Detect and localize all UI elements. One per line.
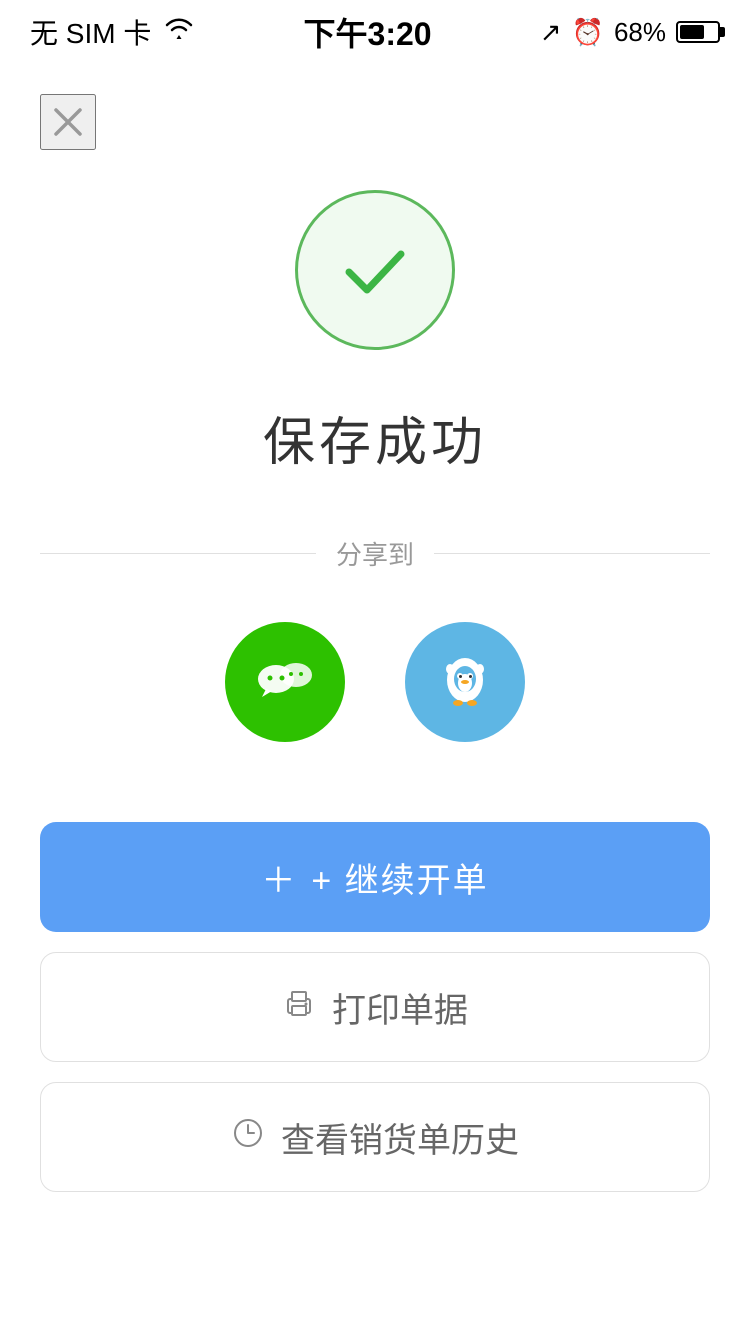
qq-share-button[interactable] bbox=[405, 622, 525, 742]
location-icon: ↗ bbox=[540, 17, 562, 48]
divider-line-right bbox=[434, 553, 710, 554]
close-button[interactable] bbox=[40, 94, 96, 150]
continue-order-label: + 继续开单 bbox=[311, 853, 488, 902]
alarm-icon: ⏰ bbox=[572, 17, 604, 48]
status-bar: 无 SIM 卡 下午3:20 ↗ ⏰ 68% bbox=[0, 0, 750, 64]
status-time: 下午3:20 bbox=[304, 9, 432, 55]
share-icons-row bbox=[225, 622, 525, 742]
plus-icon: ＋ bbox=[261, 853, 295, 902]
history-button[interactable]: 查看销货单历史 bbox=[40, 1082, 710, 1192]
print-label: 打印单据 bbox=[332, 983, 468, 1032]
wechat-share-button[interactable] bbox=[225, 622, 345, 742]
battery-text: 68% bbox=[614, 17, 666, 48]
share-divider: 分享到 bbox=[40, 535, 710, 572]
print-button[interactable]: 打印单据 bbox=[40, 952, 710, 1062]
success-icon-circle bbox=[295, 190, 455, 350]
close-area bbox=[0, 64, 750, 170]
carrier-text: 无 SIM 卡 bbox=[30, 12, 151, 52]
print-icon bbox=[282, 986, 316, 1029]
success-title: 保存成功 bbox=[263, 400, 487, 475]
main-content: 保存成功 分享到 bbox=[0, 170, 750, 1334]
share-divider-label: 分享到 bbox=[336, 535, 414, 572]
divider-line-left bbox=[40, 553, 316, 554]
history-icon bbox=[231, 1116, 265, 1159]
status-left: 无 SIM 卡 bbox=[30, 12, 195, 52]
wifi-icon bbox=[163, 16, 195, 48]
status-right: ↗ ⏰ 68% bbox=[540, 17, 720, 48]
action-buttons: ＋ + 继续开单 打印单据 查看销货单历 bbox=[40, 822, 710, 1192]
battery-icon bbox=[676, 21, 720, 43]
history-label: 查看销货单历史 bbox=[281, 1113, 519, 1162]
continue-order-button[interactable]: ＋ + 继续开单 bbox=[40, 822, 710, 932]
